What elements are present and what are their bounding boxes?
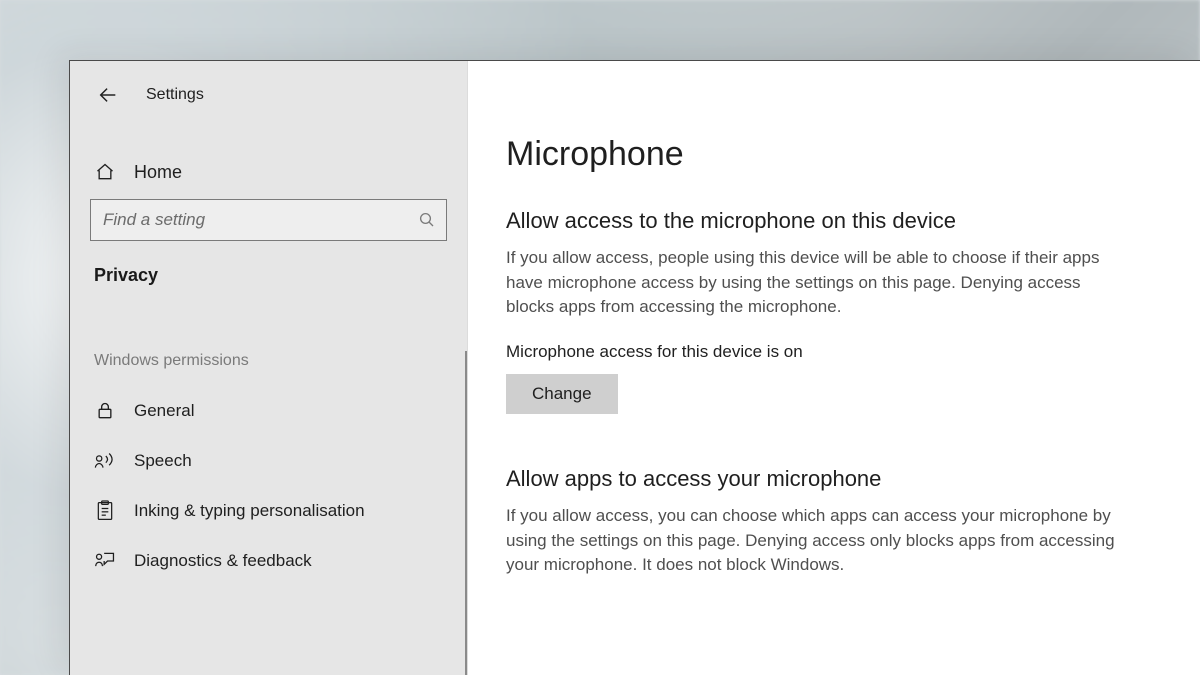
search-box[interactable] <box>90 199 447 241</box>
home-icon <box>94 161 116 183</box>
feedback-icon <box>94 550 116 572</box>
titlebar: Settings <box>70 77 467 113</box>
sidebar-current-section: Privacy <box>70 241 467 292</box>
sidebar-item-general[interactable]: General <box>70 386 467 436</box>
page-title: Microphone <box>506 135 1162 174</box>
clipboard-icon <box>94 500 116 522</box>
sidebar-item-label: Inking & typing personalisation <box>134 501 365 521</box>
change-button[interactable]: Change <box>506 374 618 414</box>
sidebar-home[interactable]: Home <box>70 149 467 193</box>
sidebar-item-inking-typing[interactable]: Inking & typing personalisation <box>70 486 467 536</box>
search-container <box>70 193 467 241</box>
search-input[interactable] <box>101 209 418 231</box>
sidebar: Settings Home Priva <box>70 61 468 675</box>
window-title: Settings <box>146 86 204 104</box>
mic-access-status: Microphone access for this device is on <box>506 342 1162 362</box>
section-desc-apps-access: If you allow access, you can choose whic… <box>506 504 1116 578</box>
sidebar-item-label: Diagnostics & feedback <box>134 551 312 571</box>
sidebar-item-label: Speech <box>134 451 192 471</box>
main-content: Microphone Allow access to the microphon… <box>468 61 1200 675</box>
speech-icon <box>94 450 116 472</box>
section-title-device-access: Allow access to the microphone on this d… <box>506 208 1162 234</box>
arrow-left-icon <box>97 84 119 106</box>
sidebar-home-label: Home <box>134 162 182 183</box>
sidebar-item-diagnostics-feedback[interactable]: Diagnostics & feedback <box>70 536 467 586</box>
sidebar-item-speech[interactable]: Speech <box>70 436 467 486</box>
back-button[interactable] <box>94 81 122 109</box>
search-icon <box>418 211 436 229</box>
settings-window: Settings Home Priva <box>69 60 1200 675</box>
section-title-apps-access: Allow apps to access your microphone <box>506 466 1162 492</box>
sidebar-item-label: General <box>134 401 194 421</box>
section-desc-device-access: If you allow access, people using this d… <box>506 246 1116 320</box>
lock-icon <box>94 400 116 422</box>
sidebar-group-label: Windows permissions <box>70 292 467 386</box>
